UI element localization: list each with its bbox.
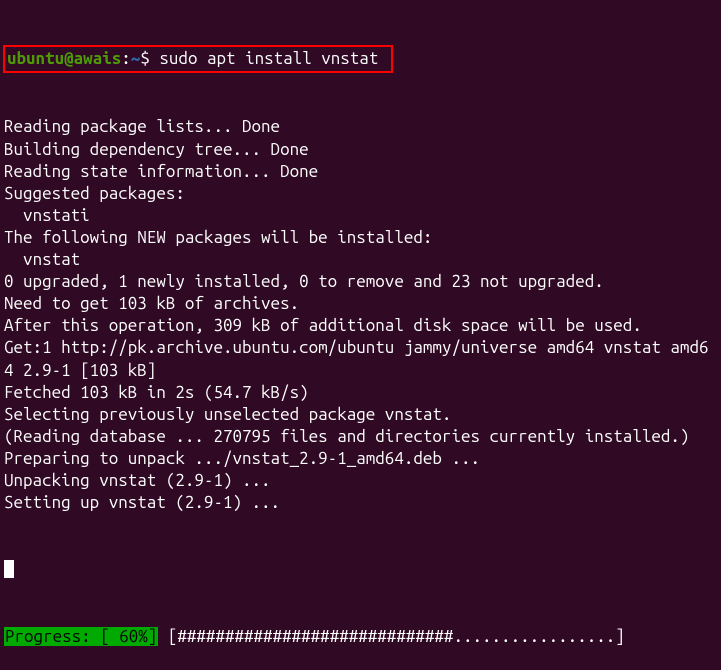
output-container: Reading package lists... DoneBuilding de… — [4, 116, 717, 514]
output-line: Get:1 http://pk.archive.ubuntu.com/ubunt… — [4, 337, 717, 381]
output-line: Fetched 103 kB in 2s (54.7 kB/s) — [4, 382, 717, 404]
output-line: (Reading database ... 270795 files and d… — [4, 426, 717, 448]
cursor — [4, 560, 14, 578]
command-highlight-box: ubuntu@awais:~$ sudo apt install vnstat — [3, 45, 393, 73]
output-line: Suggested packages: — [4, 183, 717, 205]
output-line: vnstat — [4, 249, 717, 271]
output-line: Setting up vnstat (2.9-1) ... — [4, 492, 717, 514]
prompt-symbol: $ — [140, 49, 159, 68]
output-line: Unpacking vnstat (2.9-1) ... — [4, 470, 717, 492]
output-line: Reading package lists... Done — [4, 116, 717, 138]
output-line: Reading state information... Done — [4, 161, 717, 183]
user-host: ubuntu@awais — [7, 49, 121, 68]
progress-bar: [#############################..........… — [158, 627, 624, 646]
output-line: Preparing to unpack .../vnstat_2.9-1_amd… — [4, 448, 717, 470]
terminal[interactable]: ubuntu@awais:~$ sudo apt install vnstat … — [4, 2, 717, 670]
prompt-line: ubuntu@awais:~$ sudo apt install vnstat — [4, 46, 717, 72]
command-text: sudo apt install vnstat — [159, 49, 378, 68]
colon: : — [121, 49, 131, 68]
output-line: vnstati — [4, 205, 717, 227]
output-line: Selecting previously unselected package … — [4, 404, 717, 426]
output-line: Building dependency tree... Done — [4, 139, 717, 161]
output-line: 0 upgraded, 1 newly installed, 0 to remo… — [4, 271, 717, 293]
output-line: Need to get 103 kB of archives. — [4, 293, 717, 315]
output-line: After this operation, 309 kB of addition… — [4, 315, 717, 337]
cursor-line — [4, 558, 717, 580]
cwd-path: ~ — [131, 49, 141, 68]
progress-label: Progress: [ 60%] — [4, 627, 158, 646]
progress-line: Progress: [ 60%] [######################… — [4, 626, 717, 648]
output-line: The following NEW packages will be insta… — [4, 227, 717, 249]
